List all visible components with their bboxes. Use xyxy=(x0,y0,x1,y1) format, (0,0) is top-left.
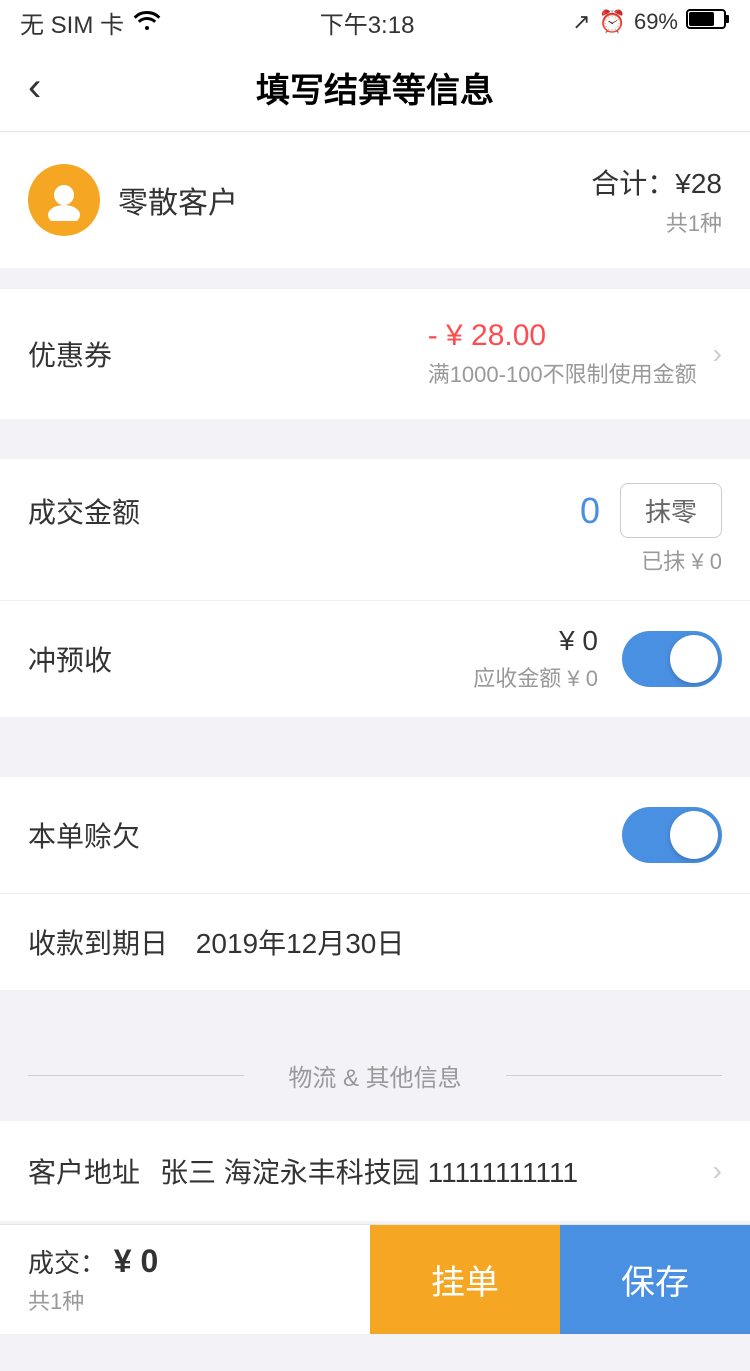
due-date-label: 收款到期日 xyxy=(28,928,168,959)
amount-section: 成交金额 0 抹零 已抹 ¥ 0 xyxy=(0,459,750,600)
debt-toggle[interactable] xyxy=(622,807,722,863)
status-right: ↗ ⏰ 69% xyxy=(572,8,730,36)
logistics-line-right xyxy=(506,1075,722,1076)
status-time: 下午3:18 xyxy=(320,5,415,40)
bottom-deal-row: 成交： ¥ 0 xyxy=(28,1243,342,1280)
status-left: 无 SIM 卡 xyxy=(20,5,162,40)
prereceive-right: ¥ 0 应收金额 ¥ 0 xyxy=(473,625,722,693)
total-count: 共1种 xyxy=(591,206,722,238)
bottom-bar: 成交： ¥ 0 共1种 挂单 保存 xyxy=(0,1224,750,1334)
address-row[interactable]: 客户地址 张三 海淀永丰科技园 11111111111 › xyxy=(0,1121,750,1221)
due-date-value: 2019年12月30日 xyxy=(196,928,405,959)
amount-sub: 已抹 ¥ 0 xyxy=(28,544,722,576)
alarm-icon: ⏰ xyxy=(599,9,626,35)
amount-value: 0 xyxy=(580,490,600,532)
customer-left: 零散客户 xyxy=(28,164,238,236)
prereceive-row: 冲预收 ¥ 0 应收金额 ¥ 0 xyxy=(0,600,750,717)
prereceive-values: ¥ 0 应收金额 ¥ 0 xyxy=(473,625,598,693)
customer-name: 零散客户 xyxy=(118,178,238,222)
hold-button[interactable]: 挂单 xyxy=(370,1225,560,1334)
battery-icon xyxy=(686,8,730,36)
debt-row: 本单赊欠 xyxy=(0,777,750,893)
separator2 xyxy=(0,737,750,757)
address-value: 张三 海淀永丰科技园 11111111111 xyxy=(160,1151,697,1191)
nav-bar: ‹ 填写结算等信息 xyxy=(0,44,750,132)
bottom-summary: 成交： ¥ 0 共1种 xyxy=(0,1243,370,1316)
amount-right: 0 抹零 xyxy=(580,483,722,538)
coupon-right: - ¥ 28.00 满1000-100不限制使用金额 › xyxy=(428,319,722,389)
toggle-thumb xyxy=(670,635,718,683)
chevron-right-icon: › xyxy=(713,338,722,370)
avatar xyxy=(28,164,100,236)
prereceive-main: ¥ 0 xyxy=(473,625,598,657)
bottom-count: 共1种 xyxy=(28,1284,342,1316)
main-content: 零散客户 合计：¥28 共1种 优惠券 - ¥ 28.00 满1000-100不… xyxy=(0,132,750,1371)
customer-row: 零散客户 合计：¥28 共1种 xyxy=(0,132,750,268)
bottom-deal-label: 成交： xyxy=(28,1248,106,1278)
debt-toggle-thumb xyxy=(670,811,718,859)
address-chevron-icon: › xyxy=(713,1155,722,1187)
coupon-value: - ¥ 28.00 xyxy=(428,319,697,353)
location-icon: ↗ xyxy=(572,9,590,35)
page-title: 填写结算等信息 xyxy=(256,63,494,112)
coupon-label: 优惠券 xyxy=(28,334,112,374)
coupon-row[interactable]: 优惠券 - ¥ 28.00 满1000-100不限制使用金额 › xyxy=(0,288,750,419)
round-zero-button[interactable]: 抹零 xyxy=(620,483,722,538)
bottom-deal-amount: ¥ 0 xyxy=(114,1243,158,1279)
logistics-label: 物流 & 其他信息 xyxy=(272,1058,477,1093)
logistics-header: 物流 & 其他信息 xyxy=(0,1030,750,1121)
prereceive-toggle[interactable] xyxy=(622,631,722,687)
separator3 xyxy=(0,1010,750,1030)
save-button[interactable]: 保存 xyxy=(560,1225,750,1334)
back-button[interactable]: ‹ xyxy=(28,65,41,110)
coupon-card[interactable]: 优惠券 - ¥ 28.00 满1000-100不限制使用金额 › xyxy=(0,288,750,419)
debt-card: 本单赊欠 收款到期日 2019年12月30日 xyxy=(0,777,750,990)
battery-level: 69% xyxy=(634,9,678,35)
customer-card: 零散客户 合计：¥28 共1种 xyxy=(0,132,750,268)
prereceive-label: 冲预收 xyxy=(28,639,112,679)
separator1 xyxy=(0,439,750,459)
sim-indicator: 无 SIM 卡 xyxy=(20,5,124,40)
total-amount: 合计：¥28 xyxy=(591,162,722,202)
bottom-actions: 挂单 保存 xyxy=(370,1225,750,1334)
amount-label: 成交金额 xyxy=(28,491,140,531)
amount-card: 成交金额 0 抹零 已抹 ¥ 0 冲预收 ¥ 0 应收金额 ¥ 0 xyxy=(0,459,750,717)
due-date-row: 收款到期日 2019年12月30日 xyxy=(0,893,750,990)
customer-total: 合计：¥28 共1种 xyxy=(591,162,722,238)
debt-label: 本单赊欠 xyxy=(28,815,140,855)
status-bar: 无 SIM 卡 下午3:18 ↗ ⏰ 69% xyxy=(0,0,750,44)
amount-row: 成交金额 0 抹零 xyxy=(28,483,722,538)
prereceive-sub: 应收金额 ¥ 0 xyxy=(473,661,598,693)
logistics-line-left xyxy=(28,1075,244,1076)
coupon-subtext: 满1000-100不限制使用金额 xyxy=(428,357,697,389)
address-label: 客户地址 xyxy=(28,1151,140,1191)
wifi-icon xyxy=(132,8,162,37)
